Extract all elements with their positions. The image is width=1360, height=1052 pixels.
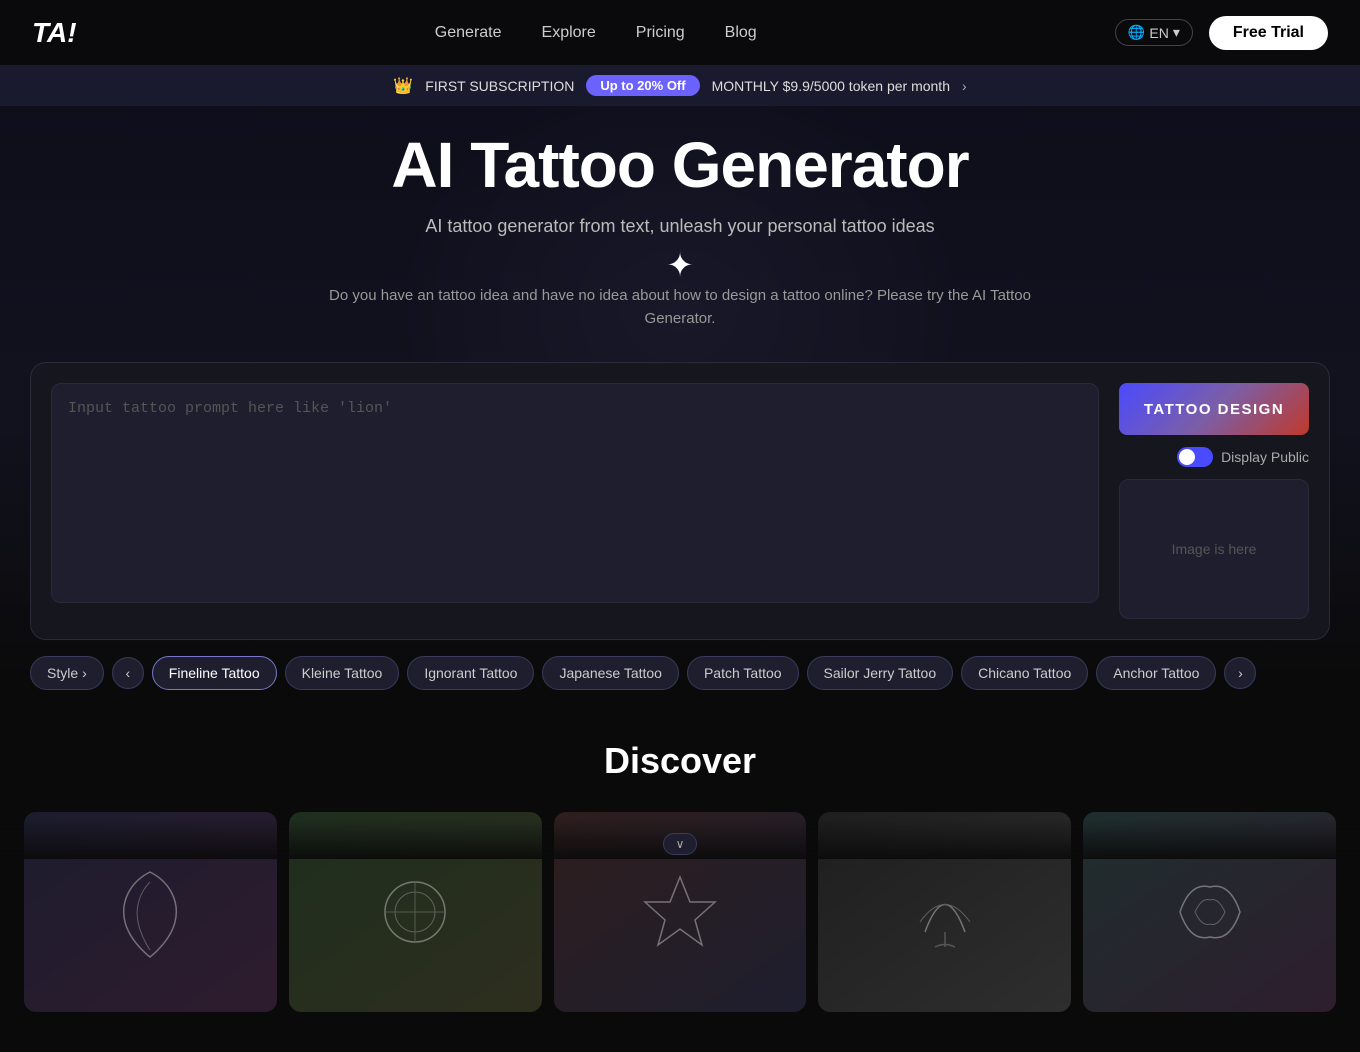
prompt-area [51, 383, 1099, 619]
style-tags-row: Style › ‹ Fineline Tattoo Kleine Tattoo … [30, 656, 1330, 690]
banner-discount[interactable]: Up to 20% Off [586, 75, 699, 96]
bottom-expand-bar: ∨ [0, 819, 1360, 859]
scroll-right-button[interactable]: › [1224, 657, 1256, 689]
navbar: TA! Generate Explore Pricing Blog 🌐 EN ▾… [0, 0, 1360, 65]
expand-button[interactable]: ∨ [663, 833, 698, 855]
nav-blog[interactable]: Blog [725, 24, 757, 42]
nav-right: 🌐 EN ▾ Free Trial [1115, 16, 1328, 50]
right-panel: TATTOO DESIGN Display Public Image is he… [1119, 383, 1309, 619]
globe-icon: 🌐 [1128, 24, 1145, 41]
nav-explore[interactable]: Explore [542, 24, 596, 42]
logo-text: TA! [32, 17, 77, 49]
hero-title: AI Tattoo Generator [300, 130, 1060, 200]
toggle-switch[interactable] [1177, 447, 1213, 467]
crown-icon: 👑 [393, 76, 413, 96]
image-preview-area: Image is here [1119, 479, 1309, 619]
style-tag-fineline[interactable]: Fineline Tattoo [152, 656, 277, 690]
style-tag-sailor-jerry[interactable]: Sailor Jerry Tattoo [807, 656, 954, 690]
style-dropdown-button[interactable]: Style › [30, 656, 104, 690]
toggle-knob [1179, 449, 1195, 465]
display-public-label: Display Public [1221, 449, 1309, 465]
hero-content: AI Tattoo Generator AI tattoo generator … [280, 130, 1080, 354]
banner-suffix: MONTHLY $9.9/5000 token per month [712, 78, 950, 94]
chevron-right-icon: › [82, 665, 87, 681]
free-trial-button[interactable]: Free Trial [1209, 16, 1328, 50]
display-public-toggle: Display Public [1177, 447, 1309, 467]
style-tag-patch[interactable]: Patch Tattoo [687, 656, 799, 690]
nav-pricing[interactable]: Pricing [636, 24, 685, 42]
style-tag-kleine[interactable]: Kleine Tattoo [285, 656, 400, 690]
style-tag-anchor[interactable]: Anchor Tattoo [1096, 656, 1216, 690]
tattoo-design-button[interactable]: TATTOO DESIGN [1119, 383, 1309, 435]
nav-generate[interactable]: Generate [435, 24, 502, 42]
style-label: Style [47, 665, 78, 681]
style-tag-chicano[interactable]: Chicano Tattoo [961, 656, 1088, 690]
logo[interactable]: TA! [32, 17, 77, 49]
image-placeholder-text: Image is here [1172, 541, 1257, 557]
lang-label: EN [1149, 25, 1168, 41]
scroll-left-button[interactable]: ‹ [112, 657, 144, 689]
discover-title: Discover [24, 740, 1336, 782]
style-tag-ignorant[interactable]: Ignorant Tattoo [407, 656, 534, 690]
promo-banner: 👑 FIRST SUBSCRIPTION Up to 20% Off MONTH… [0, 65, 1360, 106]
discover-section: Discover [0, 690, 1360, 1052]
generator-card: TATTOO DESIGN Display Public Image is he… [30, 362, 1330, 640]
banner-arrow-icon[interactable]: › [962, 78, 967, 94]
sparkle-icon: ✦ [300, 249, 1060, 281]
prompt-textarea[interactable] [51, 383, 1099, 603]
chevron-down-icon: ▾ [1173, 24, 1180, 41]
language-selector[interactable]: 🌐 EN ▾ [1115, 19, 1193, 46]
banner-prefix: FIRST SUBSCRIPTION [425, 78, 574, 94]
hero-description: Do you have an tattoo idea and have no i… [300, 285, 1060, 330]
hero-subtitle: AI tattoo generator from text, unleash y… [300, 216, 1060, 237]
style-tag-japanese[interactable]: Japanese Tattoo [542, 656, 679, 690]
nav-links: Generate Explore Pricing Blog [435, 24, 757, 42]
